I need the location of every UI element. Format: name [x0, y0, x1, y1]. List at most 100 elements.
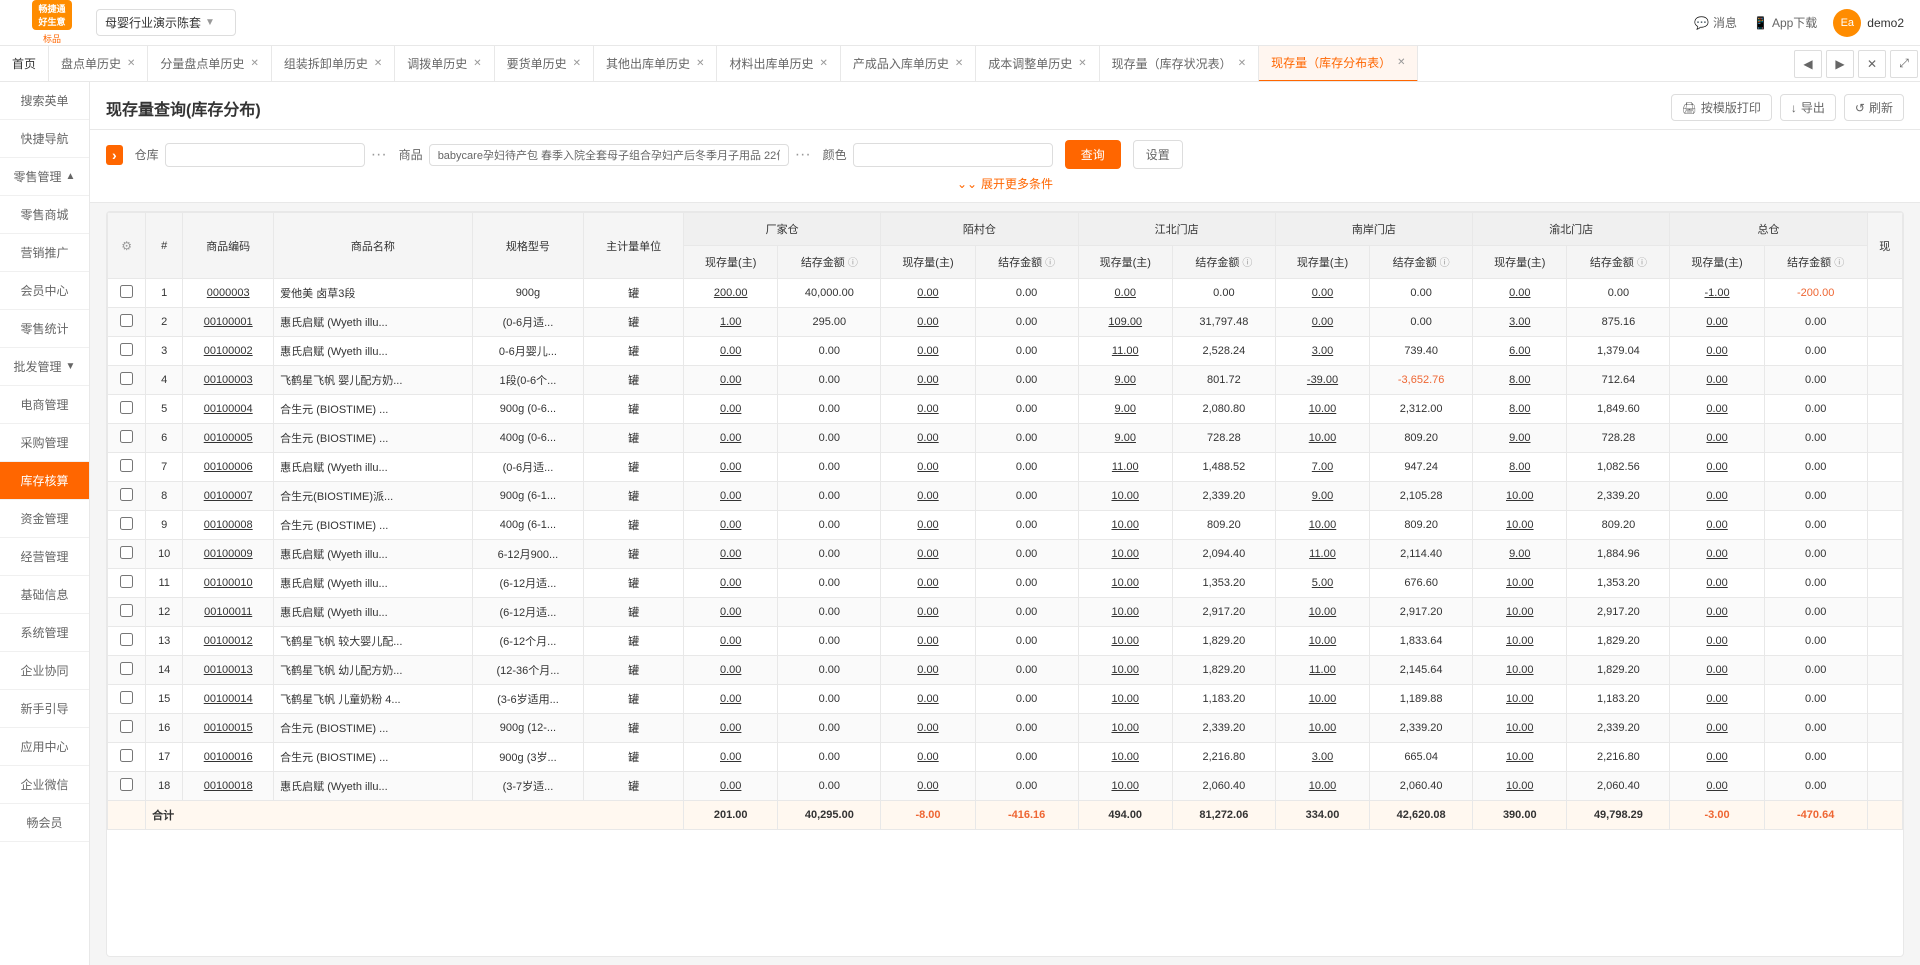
- row-mo-qty[interactable]: 0.00: [881, 337, 975, 366]
- sidebar-item-apps[interactable]: 应用中心: [0, 728, 89, 766]
- row-total-qty[interactable]: 0.00: [1670, 453, 1764, 482]
- setting-btn[interactable]: 设置: [1133, 140, 1183, 169]
- sidebar-item-inventory[interactable]: 库存核算: [0, 462, 89, 500]
- tab-inventory-table[interactable]: 现存量（库存状况表） ✕: [1100, 46, 1259, 82]
- close-icon[interactable]: ✕: [1078, 58, 1086, 69]
- row-nanan-qty[interactable]: 5.00: [1275, 569, 1369, 598]
- tab-material-out[interactable]: 材料出库单历史 ✕: [717, 46, 840, 82]
- row-total-qty[interactable]: 0.00: [1670, 656, 1764, 685]
- color-input[interactable]: [853, 143, 1053, 167]
- row-nanan-qty[interactable]: 3.00: [1275, 743, 1369, 772]
- store-selector[interactable]: 母婴行业演示陈套 ▼: [96, 9, 236, 36]
- row-nanan-qty[interactable]: 10.00: [1275, 424, 1369, 453]
- row-mo-qty[interactable]: 0.00: [881, 279, 975, 308]
- row-mo-qty[interactable]: 0.00: [881, 569, 975, 598]
- row-code[interactable]: 00100012: [183, 627, 274, 656]
- row-jiangbei-qty[interactable]: 10.00: [1078, 743, 1172, 772]
- row-total-qty[interactable]: -1.00: [1670, 279, 1764, 308]
- row-select[interactable]: [108, 511, 146, 540]
- row-mo-qty[interactable]: 0.00: [881, 743, 975, 772]
- row-jiangbei-qty[interactable]: 10.00: [1078, 598, 1172, 627]
- row-mo-qty[interactable]: 0.00: [881, 598, 975, 627]
- row-nanan-qty[interactable]: 9.00: [1275, 482, 1369, 511]
- row-nanan-qty[interactable]: 10.00: [1275, 598, 1369, 627]
- row-select[interactable]: [108, 685, 146, 714]
- row-code[interactable]: 00100003: [183, 366, 274, 395]
- row-nanan-qty[interactable]: 7.00: [1275, 453, 1369, 482]
- sidebar-item-wholesale[interactable]: 批发管理 ▼: [0, 348, 89, 386]
- row-total-qty[interactable]: 0.00: [1670, 569, 1764, 598]
- row-mo-qty[interactable]: 0.00: [881, 714, 975, 743]
- row-total-qty[interactable]: 0.00: [1670, 337, 1764, 366]
- nav-next-btn[interactable]: ▶: [1826, 50, 1854, 78]
- sidebar-item-marketing[interactable]: 营销推广: [0, 234, 89, 272]
- row-nanan-qty[interactable]: 0.00: [1275, 308, 1369, 337]
- row-chang-qty[interactable]: 1.00: [684, 308, 778, 337]
- row-mo-qty[interactable]: 0.00: [881, 685, 975, 714]
- row-jiangbei-qty[interactable]: 11.00: [1078, 337, 1172, 366]
- row-code[interactable]: 00100008: [183, 511, 274, 540]
- row-nanan-qty[interactable]: 11.00: [1275, 540, 1369, 569]
- row-chang-qty[interactable]: 0.00: [684, 366, 778, 395]
- nav-prev-btn[interactable]: ◀: [1794, 50, 1822, 78]
- row-select[interactable]: [108, 424, 146, 453]
- row-nanan-qty[interactable]: 10.00: [1275, 685, 1369, 714]
- sidebar-item-search[interactable]: 搜索英单: [0, 82, 89, 120]
- app-download-action[interactable]: 📱 App下载: [1753, 14, 1817, 31]
- row-code[interactable]: 00100006: [183, 453, 274, 482]
- close-icon[interactable]: ✕: [1397, 57, 1405, 68]
- row-nanan-qty[interactable]: 0.00: [1275, 279, 1369, 308]
- row-yubei-qty[interactable]: 10.00: [1473, 685, 1567, 714]
- row-mo-qty[interactable]: 0.00: [881, 627, 975, 656]
- row-jiangbei-qty[interactable]: 10.00: [1078, 540, 1172, 569]
- row-select[interactable]: [108, 482, 146, 511]
- row-chang-qty[interactable]: 0.00: [684, 569, 778, 598]
- row-chang-qty[interactable]: 0.00: [684, 540, 778, 569]
- product-more-btn[interactable]: ···: [795, 146, 811, 164]
- row-code[interactable]: 00100018: [183, 772, 274, 801]
- row-yubei-qty[interactable]: 9.00: [1473, 540, 1567, 569]
- sidebar-item-enterprise[interactable]: 企业协同: [0, 652, 89, 690]
- sidebar-item-operations[interactable]: 经营管理: [0, 538, 89, 576]
- tab-other-out[interactable]: 其他出库单历史 ✕: [594, 46, 717, 82]
- row-nanan-qty[interactable]: 11.00: [1275, 656, 1369, 685]
- query-btn[interactable]: 查询: [1065, 140, 1121, 169]
- row-nanan-qty[interactable]: 10.00: [1275, 772, 1369, 801]
- tab-inventory-dist[interactable]: 现存量（库存分布表） ✕: [1259, 46, 1418, 82]
- message-action[interactable]: 💬 消息: [1694, 14, 1737, 31]
- tab-requisition[interactable]: 要货单历史 ✕: [495, 46, 594, 82]
- export-btn[interactable]: ↓ 导出: [1780, 94, 1836, 121]
- row-code[interactable]: 00100011: [183, 598, 274, 627]
- sidebar-item-ecommerce[interactable]: 电商管理: [0, 386, 89, 424]
- row-chang-qty[interactable]: 0.00: [684, 685, 778, 714]
- row-code[interactable]: 00100010: [183, 569, 274, 598]
- row-nanan-qty[interactable]: 3.00: [1275, 337, 1369, 366]
- product-input[interactable]: [429, 144, 789, 166]
- row-total-qty[interactable]: 0.00: [1670, 482, 1764, 511]
- row-code[interactable]: 00100014: [183, 685, 274, 714]
- row-select[interactable]: [108, 337, 146, 366]
- row-mo-qty[interactable]: 0.00: [881, 453, 975, 482]
- row-total-qty[interactable]: 0.00: [1670, 308, 1764, 337]
- row-select[interactable]: [108, 569, 146, 598]
- sidebar-item-purchase[interactable]: 采购管理: [0, 424, 89, 462]
- close-icon[interactable]: ✕: [374, 58, 382, 69]
- close-icon[interactable]: ✕: [819, 58, 827, 69]
- row-select[interactable]: [108, 540, 146, 569]
- row-chang-qty[interactable]: 0.00: [684, 627, 778, 656]
- row-yubei-qty[interactable]: 10.00: [1473, 482, 1567, 511]
- warehouse-input[interactable]: [165, 143, 365, 167]
- row-yubei-qty[interactable]: 10.00: [1473, 627, 1567, 656]
- row-jiangbei-qty[interactable]: 109.00: [1078, 308, 1172, 337]
- row-nanan-qty[interactable]: 10.00: [1275, 511, 1369, 540]
- row-select[interactable]: [108, 714, 146, 743]
- sidebar-item-quick-nav[interactable]: 快捷导航: [0, 120, 89, 158]
- row-code[interactable]: 00100016: [183, 743, 274, 772]
- row-jiangbei-qty[interactable]: 0.00: [1078, 279, 1172, 308]
- row-total-qty[interactable]: 0.00: [1670, 772, 1764, 801]
- row-total-qty[interactable]: 0.00: [1670, 743, 1764, 772]
- close-icon[interactable]: ✕: [127, 58, 135, 69]
- row-jiangbei-qty[interactable]: 11.00: [1078, 453, 1172, 482]
- tab-split-count[interactable]: 分量盘点单历史 ✕: [148, 46, 271, 82]
- row-total-qty[interactable]: 0.00: [1670, 627, 1764, 656]
